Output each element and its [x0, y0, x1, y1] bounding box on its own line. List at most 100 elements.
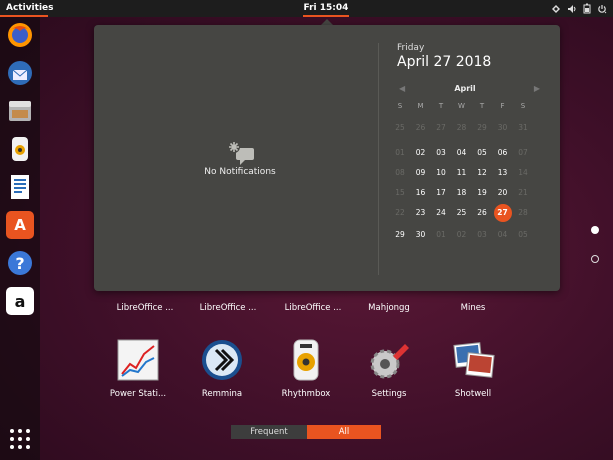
calendar-day[interactable]: 29: [390, 227, 410, 243]
show-applications-button[interactable]: [6, 425, 34, 453]
remmina-icon: [202, 340, 242, 380]
app-label: LibreOffice ...: [199, 303, 257, 313]
volume-icon: [568, 4, 576, 13]
page-indicator-1[interactable]: [591, 226, 599, 234]
calendar-day[interactable]: 23: [411, 205, 431, 221]
calendar-day[interactable]: 27: [431, 120, 451, 136]
calendar-day[interactable]: 24: [431, 205, 451, 221]
calendar-day[interactable]: 21: [513, 185, 533, 201]
app-label: Remmina: [201, 389, 243, 399]
calendar-day[interactable]: 04: [452, 145, 472, 161]
calendar-day[interactable]: 06: [493, 145, 513, 161]
app-shotwell[interactable]: Shotwell: [428, 338, 518, 399]
calendar-day[interactable]: 08: [390, 165, 410, 181]
calendar-day[interactable]: 19: [472, 185, 492, 201]
calendar-day[interactable]: 30: [493, 120, 513, 136]
app-power-statistics[interactable]: Power Stati...: [93, 338, 183, 399]
calendar-day[interactable]: 12: [472, 165, 492, 181]
calendar-day[interactable]: 28: [513, 205, 533, 221]
page-indicator-2[interactable]: [591, 255, 599, 263]
firefox-icon: [8, 23, 32, 47]
dock-firefox[interactable]: [6, 21, 34, 49]
calendar-day[interactable]: 01: [431, 227, 451, 243]
app-rhythmbox[interactable]: Rhythmbox: [261, 338, 351, 399]
calendar-day[interactable]: 05: [513, 227, 533, 243]
calendar-day[interactable]: 17: [431, 185, 451, 201]
clock-indicator: [303, 15, 349, 17]
calendar-dow-label: T: [479, 102, 485, 110]
app-label: Shotwell: [454, 389, 492, 399]
calendar-day[interactable]: 26: [472, 205, 492, 221]
calendar-day[interactable]: 31: [513, 120, 533, 136]
calendar-weekday: Friday: [397, 43, 425, 53]
writer-icon: [11, 175, 29, 199]
calendar-day[interactable]: 30: [411, 227, 431, 243]
thunderbird-icon: [8, 61, 32, 85]
dock-rhythmbox[interactable]: [6, 135, 34, 163]
notification-list: No Notifications: [94, 25, 378, 291]
calendar-dow-label: M: [417, 102, 424, 110]
calendar-day[interactable]: 22: [390, 205, 410, 221]
calendar-day[interactable]: 01: [390, 145, 410, 161]
rhythmbox-icon: [293, 339, 319, 381]
calendar-day[interactable]: 09: [411, 165, 431, 181]
calendar-day[interactable]: 02: [411, 145, 431, 161]
calendar-day[interactable]: 28: [452, 120, 472, 136]
calendar-day[interactable]: 07: [513, 145, 533, 161]
amazon-icon: a: [14, 291, 26, 311]
app-label: Mines: [460, 303, 486, 313]
calendar-day[interactable]: 05: [472, 145, 492, 161]
software-icon: A: [14, 216, 26, 234]
calendar-dow-label: S: [520, 102, 526, 110]
calendar-popup: No Notifications Friday April 27 2018 ◀ …: [94, 25, 560, 291]
calendar-day[interactable]: 29: [472, 120, 492, 136]
shotwell-icon: [453, 342, 495, 378]
no-notifications-label: No Notifications: [204, 167, 276, 177]
calendar-day[interactable]: 15: [390, 185, 410, 201]
calendar-day[interactable]: 20: [493, 185, 513, 201]
calendar-day[interactable]: 02: [452, 227, 472, 243]
app-label: LibreOffice ...: [116, 303, 174, 313]
dock-files[interactable]: [6, 97, 34, 125]
calendar-day[interactable]: 18: [452, 185, 472, 201]
calendar-month: April: [454, 84, 476, 93]
dock-help[interactable]: ?: [6, 249, 34, 277]
dock-amazon[interactable]: a: [6, 287, 34, 315]
calendar-dow-label: W: [458, 102, 465, 110]
popup-divider: [378, 43, 379, 275]
calendar-day[interactable]: 13: [493, 165, 513, 181]
calendar-day[interactable]: 26: [411, 120, 431, 136]
no-notifications-icon: [228, 141, 254, 165]
power-statistics-icon: [117, 339, 159, 381]
calendar-day[interactable]: 03: [472, 227, 492, 243]
calendar-date[interactable]: April 27 2018: [397, 54, 491, 70]
rhythmbox-icon: [12, 137, 28, 161]
calendar-day[interactable]: 25: [390, 120, 410, 136]
dock-thunderbird[interactable]: [6, 59, 34, 87]
app-label: Mahjongg: [368, 303, 410, 313]
next-month-button[interactable]: ▶: [534, 82, 540, 96]
app-remmina[interactable]: Remmina: [177, 338, 267, 399]
tab-frequent[interactable]: Frequent: [231, 425, 307, 439]
calendar-day[interactable]: 25: [452, 205, 472, 221]
dock-writer[interactable]: [6, 173, 34, 201]
system-tray[interactable]: [551, 0, 607, 17]
tab-all[interactable]: All: [307, 425, 381, 439]
calendar-dow-label: S: [397, 102, 403, 110]
calendar-day[interactable]: 04: [493, 227, 513, 243]
calendar-day[interactable]: 11: [452, 165, 472, 181]
settings-icon: [370, 344, 409, 379]
app-settings[interactable]: Settings: [344, 338, 434, 399]
calendar-day[interactable]: 16: [411, 185, 431, 201]
dock-software[interactable]: A: [6, 211, 34, 239]
calendar-day[interactable]: 10: [431, 165, 451, 181]
calendar-day[interactable]: 27: [493, 205, 513, 221]
top-bar: Activities Fri 15:04: [0, 0, 613, 17]
calendar-dow-label: F: [500, 102, 505, 110]
battery-icon: [583, 3, 591, 14]
svg-text:?: ?: [15, 254, 24, 273]
app-label: Settings: [371, 389, 407, 399]
calendar-day[interactable]: 14: [513, 165, 533, 181]
calendar-day[interactable]: 03: [431, 145, 451, 161]
network-icon: [552, 4, 560, 13]
